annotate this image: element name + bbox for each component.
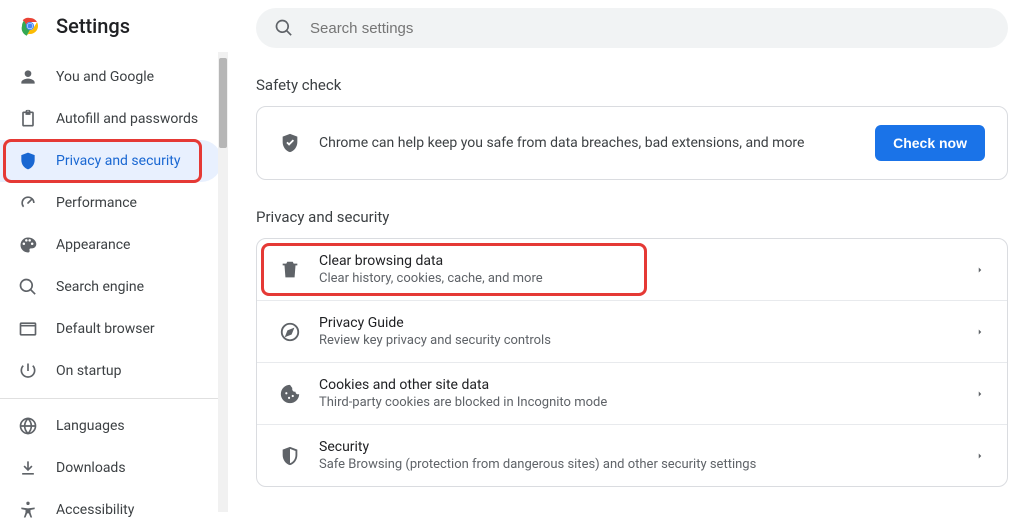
sidebar: Settings You and Google Autofill and pas… [0, 0, 228, 512]
clipboard-icon [18, 109, 38, 129]
section-heading-safety: Safety check [256, 76, 1008, 94]
sidebar-item-label: You and Google [56, 69, 154, 85]
sidebar-item-default-browser[interactable]: Default browser [0, 308, 222, 350]
search-icon [18, 277, 38, 297]
sidebar-item-label: Accessibility [56, 502, 134, 518]
chrome-logo-icon [18, 14, 42, 38]
row-title: Clear browsing data [319, 253, 957, 269]
sidebar-item-label: Default browser [56, 321, 155, 337]
chevron-right-icon [975, 265, 985, 275]
sidebar-item-autofill[interactable]: Autofill and passwords [0, 98, 222, 140]
trash-icon [279, 259, 301, 281]
cookie-icon [279, 383, 301, 405]
person-icon [18, 67, 38, 87]
shield-icon [279, 445, 301, 467]
section-heading-privacy: Privacy and security [256, 208, 1008, 226]
sidebar-item-downloads[interactable]: Downloads [0, 447, 222, 489]
download-icon [18, 458, 38, 478]
browser-icon [18, 319, 38, 339]
shield-check-icon [279, 132, 301, 154]
page-title: Settings [56, 14, 130, 38]
sidebar-item-privacy-security[interactable]: Privacy and security [0, 140, 222, 182]
sidebar-item-label: Languages [56, 418, 125, 434]
sidebar-item-label: Search engine [56, 279, 144, 295]
search-icon [274, 18, 294, 38]
sidebar-item-on-startup[interactable]: On startup [0, 350, 222, 392]
row-privacy-guide[interactable]: Privacy Guide Review key privacy and sec… [257, 300, 1007, 362]
sidebar-item-languages[interactable]: Languages [0, 405, 222, 447]
sidebar-item-label: Downloads [56, 460, 126, 476]
sidebar-scroll-thumb[interactable] [219, 58, 227, 148]
row-clear-browsing-data[interactable]: Clear browsing data Clear history, cooki… [257, 239, 1007, 300]
row-title: Security [319, 439, 957, 455]
row-subtitle: Third-party cookies are blocked in Incog… [319, 395, 957, 410]
sidebar-item-label: Privacy and security [56, 153, 180, 169]
sidebar-divider [0, 398, 228, 399]
sidebar-scrollbar[interactable] [218, 52, 228, 512]
chevron-right-icon [975, 327, 985, 337]
chevron-right-icon [975, 451, 985, 461]
row-subtitle: Clear history, cookies, cache, and more [319, 271, 957, 286]
check-now-button[interactable]: Check now [875, 125, 985, 161]
accessibility-icon [18, 500, 38, 520]
row-title: Cookies and other site data [319, 377, 957, 393]
search-bar[interactable] [256, 8, 1008, 48]
sidebar-item-appearance[interactable]: Appearance [0, 224, 222, 266]
chevron-right-icon [975, 389, 985, 399]
search-input[interactable] [310, 20, 990, 37]
speedometer-icon [18, 193, 38, 213]
sidebar-item-label: On startup [56, 363, 122, 379]
main-content: Safety check Chrome can help keep you sa… [228, 0, 1024, 512]
sidebar-nav: You and Google Autofill and passwords Pr… [0, 56, 228, 531]
row-security[interactable]: Security Safe Browsing (protection from … [257, 424, 1007, 486]
sidebar-item-performance[interactable]: Performance [0, 182, 222, 224]
globe-icon [18, 416, 38, 436]
palette-icon [18, 235, 38, 255]
power-icon [18, 361, 38, 381]
sidebar-item-accessibility[interactable]: Accessibility [0, 489, 222, 531]
privacy-card: Clear browsing data Clear history, cooki… [256, 238, 1008, 487]
shield-icon [18, 151, 38, 171]
safety-text: Chrome can help keep you safe from data … [319, 135, 857, 151]
sidebar-item-label: Appearance [56, 237, 130, 253]
row-subtitle: Review key privacy and security controls [319, 333, 957, 348]
sidebar-header: Settings [0, 0, 228, 56]
sidebar-item-label: Performance [56, 195, 137, 211]
compass-icon [279, 321, 301, 343]
sidebar-item-you-and-google[interactable]: You and Google [0, 56, 222, 98]
row-subtitle: Safe Browsing (protection from dangerous… [319, 457, 957, 472]
safety-card: Chrome can help keep you safe from data … [256, 106, 1008, 180]
sidebar-item-label: Autofill and passwords [56, 111, 198, 127]
row-cookies[interactable]: Cookies and other site data Third-party … [257, 362, 1007, 424]
row-title: Privacy Guide [319, 315, 957, 331]
sidebar-item-search-engine[interactable]: Search engine [0, 266, 222, 308]
